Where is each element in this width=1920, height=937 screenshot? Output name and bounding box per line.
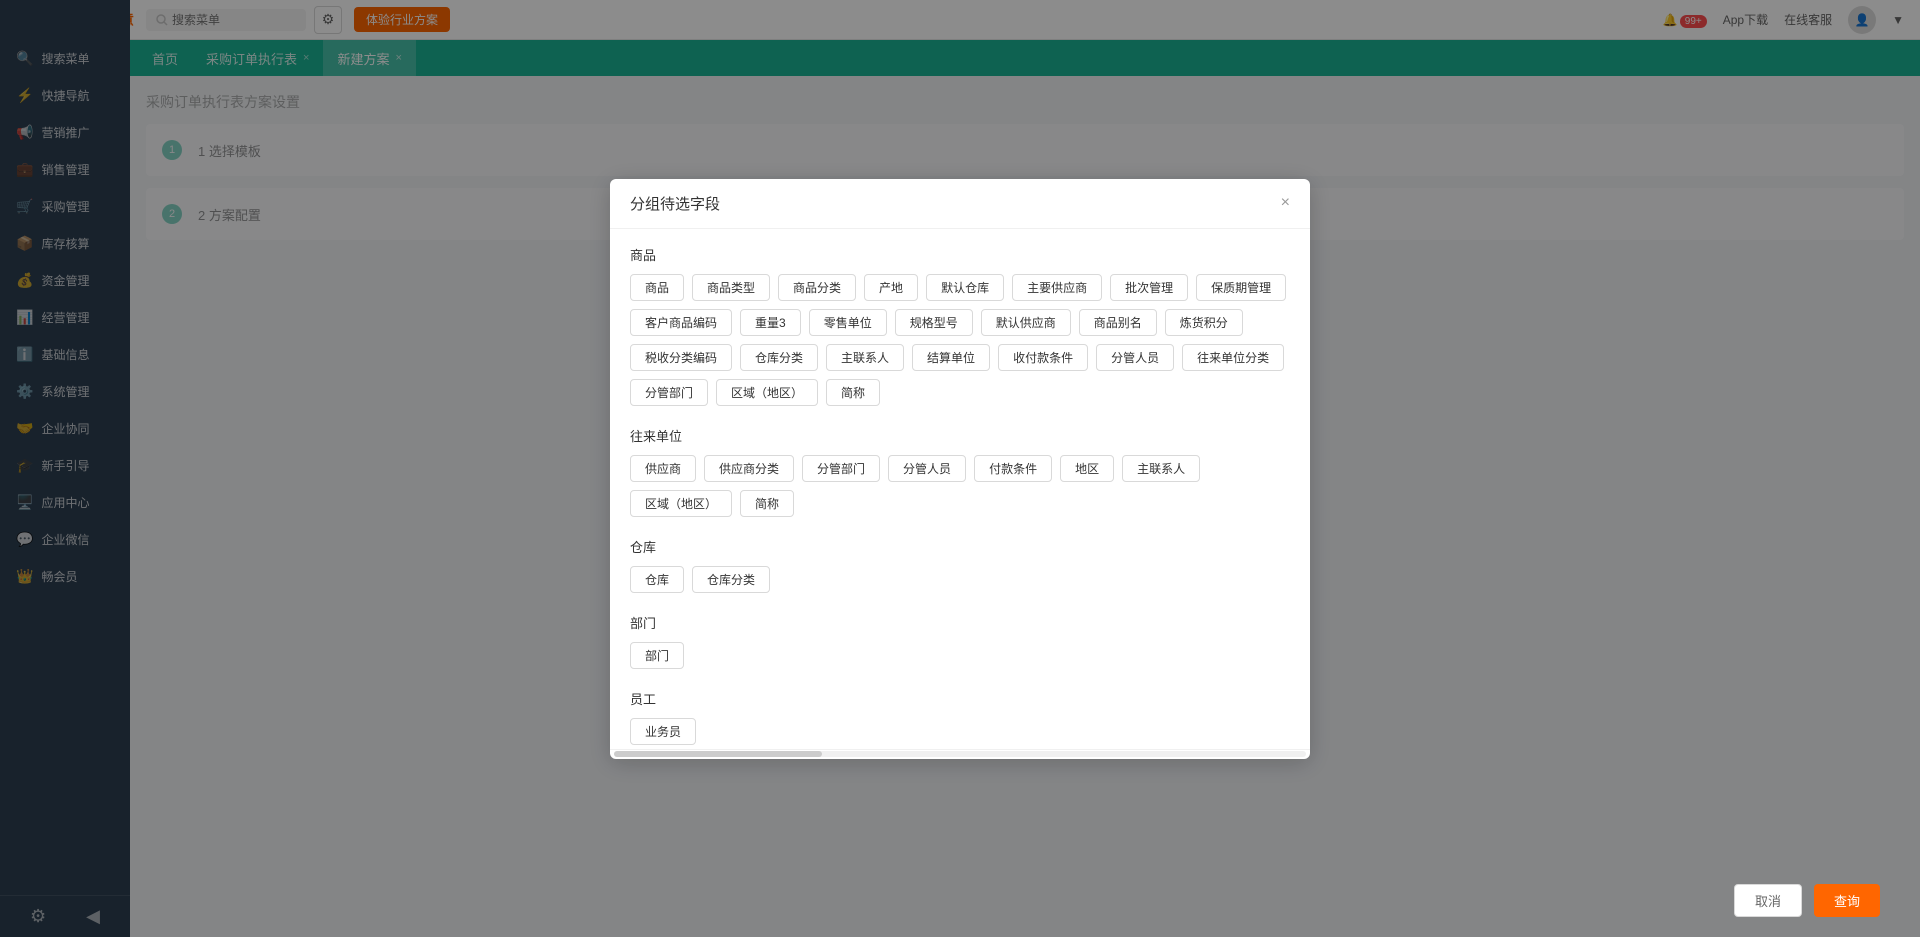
field-chip[interactable]: 供应商分类 — [704, 455, 794, 482]
dialog-close-btn[interactable]: × — [1281, 195, 1290, 211]
field-chip[interactable]: 区域（地区） — [630, 490, 732, 517]
dialog: 分组待选字段 × 商品商品商品类型商品分类产地默认仓库主要供应商批次管理保质期管… — [610, 179, 1310, 759]
field-chip[interactable]: 客户商品编码 — [630, 309, 732, 336]
field-chips: 部门 — [630, 642, 1290, 669]
field-chip[interactable]: 区域（地区） — [716, 379, 818, 406]
modal-overlay: 分组待选字段 × 商品商品商品类型商品分类产地默认仓库主要供应商批次管理保质期管… — [0, 0, 1920, 937]
field-chip[interactable]: 收付款条件 — [998, 344, 1088, 371]
field-section-仓库: 仓库仓库仓库分类 — [630, 537, 1290, 593]
field-chip[interactable]: 商品 — [630, 274, 684, 301]
field-chip[interactable]: 商品分类 — [778, 274, 856, 301]
field-chip[interactable]: 主联系人 — [1122, 455, 1200, 482]
field-chip[interactable]: 分管部门 — [630, 379, 708, 406]
field-chip[interactable]: 往来单位分类 — [1182, 344, 1284, 371]
field-chip[interactable]: 批次管理 — [1110, 274, 1188, 301]
field-chip[interactable]: 地区 — [1060, 455, 1114, 482]
field-chip[interactable]: 仓库分类 — [740, 344, 818, 371]
section-title: 仓库 — [630, 537, 1290, 556]
field-chip[interactable]: 分管人员 — [888, 455, 966, 482]
field-chip[interactable]: 简称 — [826, 379, 880, 406]
field-chip[interactable]: 重量3 — [740, 309, 801, 336]
field-chip[interactable]: 主要供应商 — [1012, 274, 1102, 301]
field-chip[interactable]: 仓库 — [630, 566, 684, 593]
dialog-body[interactable]: 商品商品商品类型商品分类产地默认仓库主要供应商批次管理保质期管理客户商品编码重量… — [610, 229, 1310, 749]
field-chips: 商品商品类型商品分类产地默认仓库主要供应商批次管理保质期管理客户商品编码重量3 零… — [630, 274, 1290, 406]
field-chip[interactable]: 税收分类编码 — [630, 344, 732, 371]
section-title: 商品 — [630, 245, 1290, 264]
section-title: 往来单位 — [630, 426, 1290, 445]
field-chip[interactable]: 主联系人 — [826, 344, 904, 371]
field-section-往来单位: 往来单位供应商供应商分类分管部门分管人员付款条件地区主联系人区域（地区） 简称 — [630, 426, 1290, 517]
field-chip[interactable]: 分管人员 — [1096, 344, 1174, 371]
dialog-footer: 取消 查询 — [1734, 884, 1880, 917]
field-section-商品: 商品商品商品类型商品分类产地默认仓库主要供应商批次管理保质期管理客户商品编码重量… — [630, 245, 1290, 406]
field-chip[interactable]: 付款条件 — [974, 455, 1052, 482]
field-chip[interactable]: 业务员 — [630, 718, 696, 745]
field-chip[interactable]: 默认供应商 — [981, 309, 1071, 336]
field-chip[interactable]: 规格型号 — [895, 309, 973, 336]
field-chip[interactable]: 结算单位 — [912, 344, 990, 371]
field-chip[interactable]: 分管部门 — [802, 455, 880, 482]
field-chip[interactable]: 商品类型 — [692, 274, 770, 301]
dialog-title: 分组待选字段 — [630, 193, 720, 214]
field-section-员工: 员工业务员 — [630, 689, 1290, 745]
field-chip[interactable]: 零售单位 — [809, 309, 887, 336]
field-chip[interactable]: 产地 — [864, 274, 918, 301]
field-chip[interactable]: 默认仓库 — [926, 274, 1004, 301]
field-chip[interactable]: 部门 — [630, 642, 684, 669]
field-chip[interactable]: 仓库分类 — [692, 566, 770, 593]
section-title: 员工 — [630, 689, 1290, 708]
cancel-button[interactable]: 取消 — [1734, 884, 1802, 917]
field-chip[interactable]: 简称 — [740, 490, 794, 517]
section-title: 部门 — [630, 613, 1290, 632]
confirm-button[interactable]: 查询 — [1814, 884, 1880, 917]
dialog-header: 分组待选字段 × — [610, 179, 1310, 229]
dialog-hscrollbar[interactable] — [610, 749, 1310, 759]
field-chip[interactable]: 炼货积分 — [1165, 309, 1243, 336]
field-section-部门: 部门部门 — [630, 613, 1290, 669]
field-chips: 仓库仓库分类 — [630, 566, 1290, 593]
field-chip[interactable]: 保质期管理 — [1196, 274, 1286, 301]
field-chips: 业务员 — [630, 718, 1290, 745]
field-chip[interactable]: 供应商 — [630, 455, 696, 482]
field-chips: 供应商供应商分类分管部门分管人员付款条件地区主联系人区域（地区） 简称 — [630, 455, 1290, 517]
field-chip[interactable]: 商品别名 — [1079, 309, 1157, 336]
